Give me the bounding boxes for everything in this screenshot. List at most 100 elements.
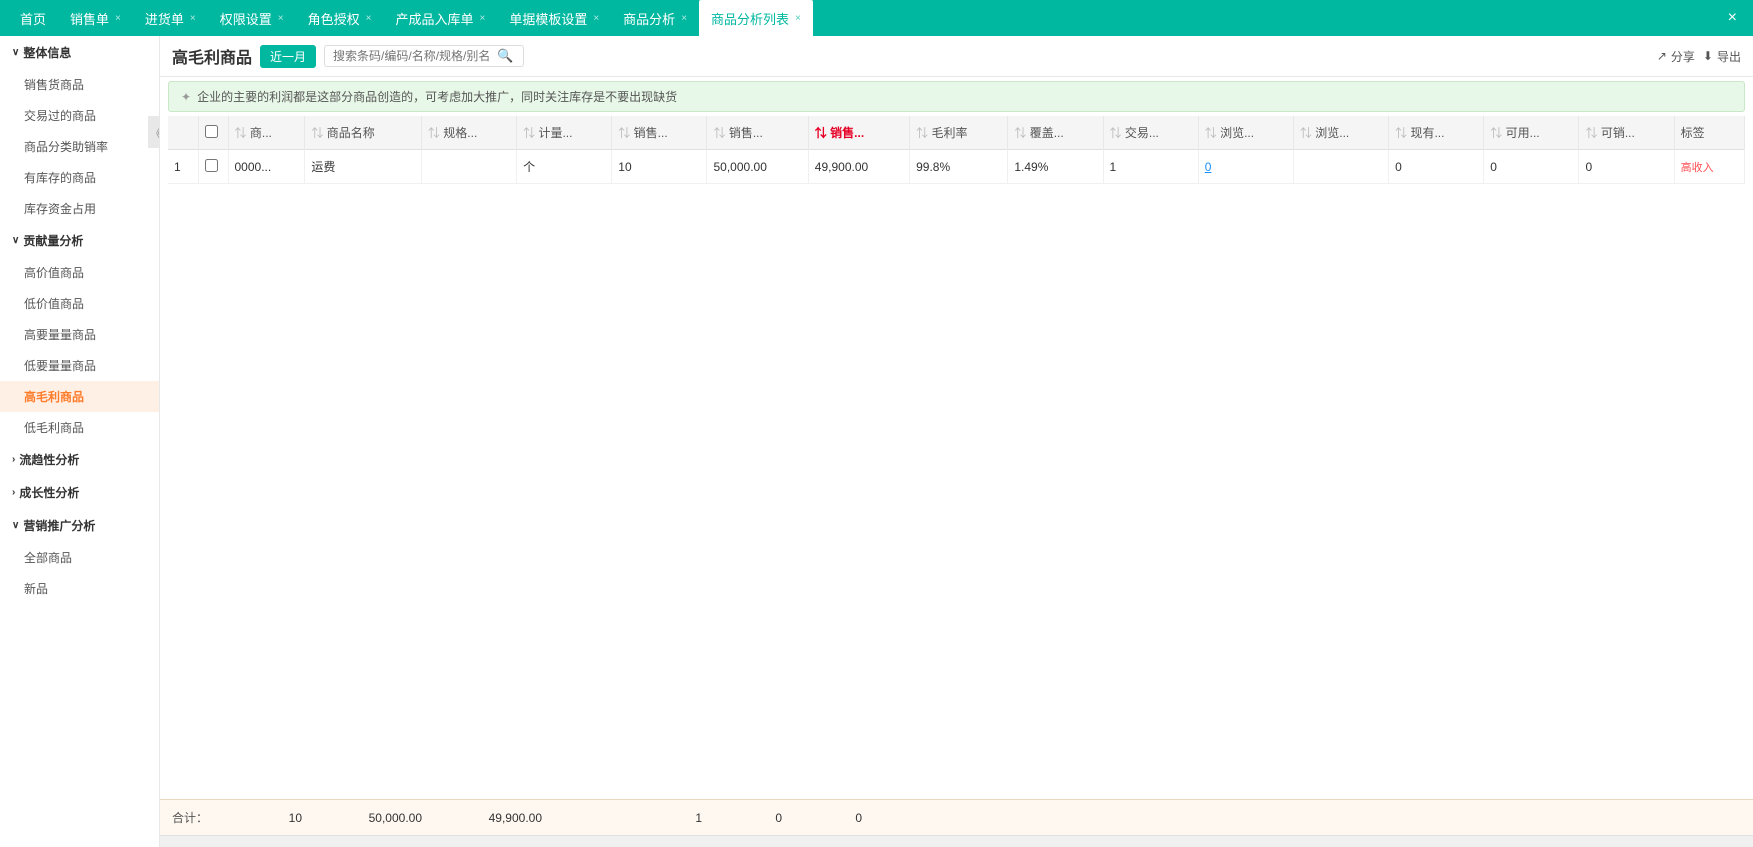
sidebar-item-high-margin[interactable]: 高毛利商品 <box>0 381 159 412</box>
date-filter-button[interactable]: 近一月 <box>260 45 316 68</box>
sort-icon: ⇅ <box>1395 126 1407 140</box>
select-all-checkbox[interactable] <box>205 125 218 138</box>
total-values: 10 50,000.00 49,900.00 1 0 0 <box>228 811 1741 825</box>
sidebar: 《 ∨ 整体信息 销售货商品 交易过的商品 商品分类助销率 有库存的商品 库存资… <box>0 36 160 847</box>
row-index: 1 <box>168 150 198 184</box>
horizontal-scrollbar[interactable] <box>160 835 1753 847</box>
sidebar-item-stocked-goods[interactable]: 有库存的商品 <box>0 162 159 193</box>
nav-tab-roles[interactable]: 角色授权 × <box>296 0 384 36</box>
search-input[interactable] <box>333 49 493 63</box>
export-button[interactable]: ⬇ 导出 <box>1703 48 1741 65</box>
col-sales-cost[interactable]: ⇅ 销售... <box>808 116 909 150</box>
row-select-checkbox[interactable] <box>205 159 218 172</box>
sort-icon: ⇅ <box>815 126 827 140</box>
row-saleable: 0 <box>1579 150 1674 184</box>
close-icon[interactable]: × <box>366 13 372 24</box>
chevron-down-icon: ∨ <box>12 47 19 58</box>
nav-tab-permissions[interactable]: 权限设置 × <box>208 0 296 36</box>
share-button[interactable]: ↗ 分享 <box>1657 48 1695 65</box>
nav-tab-home[interactable]: 首页 <box>8 0 58 36</box>
sidebar-group-overall[interactable]: ∨ 整体信息 <box>0 36 159 69</box>
nav-tab-product-analysis[interactable]: 商品分析 × <box>611 0 699 36</box>
sidebar-group-trend[interactable]: › 流趋性分析 <box>0 443 159 476</box>
sidebar-item-high-demand[interactable]: 高要量量商品 <box>0 319 159 350</box>
sidebar-item-category-rate[interactable]: 商品分类助销率 <box>0 131 159 162</box>
col-name[interactable]: ⇅ 商品名称 <box>305 116 422 150</box>
col-sales-qty[interactable]: ⇅ 销售... <box>612 116 707 150</box>
sidebar-item-all-goods[interactable]: 全部商品 <box>0 542 159 573</box>
col-unit[interactable]: ⇅ 计量... <box>517 116 612 150</box>
row-browse-a[interactable]: 0 <box>1198 150 1293 184</box>
chevron-down-icon: ∨ <box>12 235 19 246</box>
row-sales-amount: 50,000.00 <box>707 150 808 184</box>
search-box: 🔍 <box>324 45 524 67</box>
nav-tab-sales[interactable]: 销售单 × <box>58 0 133 36</box>
col-current[interactable]: ⇅ 现有... <box>1389 116 1484 150</box>
close-icon[interactable]: × <box>115 13 121 24</box>
sidebar-item-sales-goods[interactable]: 销售货商品 <box>0 69 159 100</box>
sidebar-group-marketing[interactable]: ∨ 营销推广分析 <box>0 509 159 542</box>
col-browse-a[interactable]: ⇅ 浏览... <box>1198 116 1293 150</box>
total-sales-cost: 49,900.00 <box>428 811 548 825</box>
page-title: 高毛利商品 <box>172 44 252 68</box>
sidebar-item-low-value[interactable]: 低价值商品 <box>0 288 159 319</box>
close-icon[interactable]: × <box>681 13 687 24</box>
col-gross-rate[interactable]: ⇅ 毛利率 <box>910 116 1008 150</box>
sort-icon: ⇅ <box>713 126 725 140</box>
sort-icon: ⇅ <box>235 126 247 140</box>
total-label: 合计： <box>172 809 208 826</box>
sidebar-item-inventory-capital[interactable]: 库存资金占用 <box>0 193 159 224</box>
table-row: 1 0000... 运费 个 10 50,000.00 49,900.00 99… <box>168 150 1745 184</box>
total-sales-qty: 10 <box>228 811 308 825</box>
sort-icon: ⇅ <box>311 126 323 140</box>
total-transactions: 1 <box>548 811 708 825</box>
footer-total: 合计： 10 50,000.00 49,900.00 1 0 0 <box>160 799 1753 835</box>
row-gross-rate: 99.8% <box>910 150 1008 184</box>
sort-icon: ⇅ <box>618 126 630 140</box>
info-icon: ✦ <box>181 90 191 104</box>
sort-icon: ⇅ <box>1490 126 1502 140</box>
col-code[interactable]: ⇅ 商... <box>228 116 305 150</box>
total-available: 0 <box>788 811 868 825</box>
sidebar-group-growth[interactable]: › 成长性分析 <box>0 476 159 509</box>
share-icon: ↗ <box>1657 49 1667 63</box>
sidebar-group-contribution[interactable]: ∨ 贡献量分析 <box>0 224 159 257</box>
col-coverage[interactable]: ⇅ 覆盖... <box>1008 116 1103 150</box>
nav-tab-product-analysis-list[interactable]: 商品分析列表 × <box>699 0 813 36</box>
col-available[interactable]: ⇅ 可用... <box>1484 116 1579 150</box>
sidebar-item-high-value[interactable]: 高价值商品 <box>0 257 159 288</box>
col-tag: 标签 <box>1674 116 1744 150</box>
row-transactions: 1 <box>1103 150 1198 184</box>
main-layout: 《 ∨ 整体信息 销售货商品 交易过的商品 商品分类助销率 有库存的商品 库存资… <box>0 36 1753 847</box>
sort-icon: ⇅ <box>523 126 535 140</box>
sidebar-item-traded-goods[interactable]: 交易过的商品 <box>0 100 159 131</box>
total-current: 0 <box>708 811 788 825</box>
close-icon[interactable]: × <box>190 13 196 24</box>
row-available: 0 <box>1484 150 1579 184</box>
sidebar-item-low-demand[interactable]: 低要量量商品 <box>0 350 159 381</box>
close-icon[interactable]: × <box>278 13 284 24</box>
nav-tab-inbound[interactable]: 产成品入库单 × <box>383 0 497 36</box>
row-current: 0 <box>1389 150 1484 184</box>
sidebar-item-new-products[interactable]: 新品 <box>0 573 159 604</box>
col-saleable[interactable]: ⇅ 可销... <box>1579 116 1674 150</box>
close-icon[interactable]: × <box>479 13 485 24</box>
close-icon[interactable]: × <box>593 13 599 24</box>
close-all-button[interactable]: × <box>1720 9 1745 27</box>
sort-icon: ⇅ <box>916 126 928 140</box>
close-icon[interactable]: × <box>795 13 801 24</box>
row-checkbox[interactable] <box>198 150 228 184</box>
chevron-right-icon: › <box>12 487 15 498</box>
search-icon[interactable]: 🔍 <box>497 48 513 64</box>
sort-icon: ⇅ <box>1205 126 1217 140</box>
sort-icon: ⇅ <box>1585 126 1597 140</box>
col-browse-b[interactable]: ⇅ 浏览... <box>1293 116 1388 150</box>
chevron-right-icon: › <box>12 454 15 465</box>
col-sales-amount[interactable]: ⇅ 销售... <box>707 116 808 150</box>
nav-tab-purchase[interactable]: 进货单 × <box>133 0 208 36</box>
sidebar-collapse-button[interactable]: 《 <box>148 116 160 148</box>
sidebar-item-low-margin[interactable]: 低毛利商品 <box>0 412 159 443</box>
nav-tab-template[interactable]: 单据模板设置 × <box>497 0 611 36</box>
col-transactions[interactable]: ⇅ 交易... <box>1103 116 1198 150</box>
col-spec[interactable]: ⇅ 规格... <box>421 116 516 150</box>
